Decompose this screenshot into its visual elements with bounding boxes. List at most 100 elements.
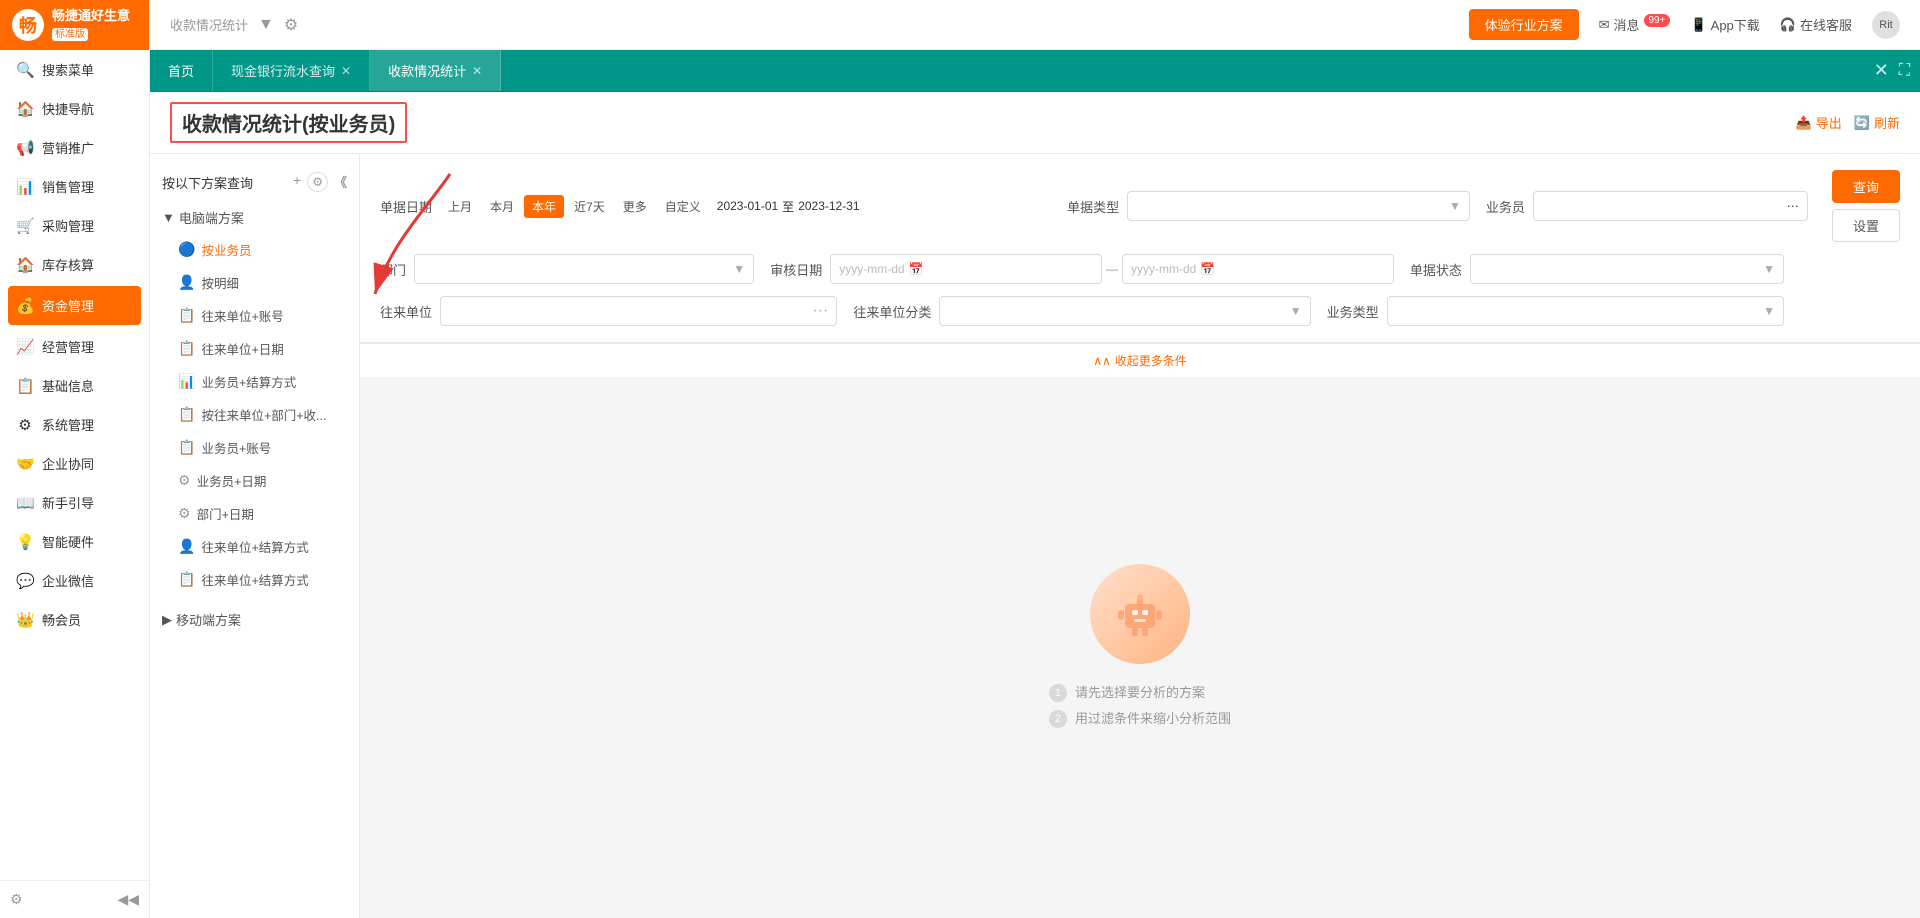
salesman-label: 业务员 — [1486, 197, 1525, 216]
sidebar-item-purchase[interactable]: 🛒 采购管理 — [0, 206, 149, 245]
app-download-action[interactable]: 📱 App下载 — [1690, 15, 1759, 34]
collapse-bar[interactable]: ∧∧ 收起更多条件 — [360, 343, 1920, 377]
tab-bank-label: 现金银行流水查询 — [231, 61, 335, 80]
tab-home-label: 首页 — [168, 61, 194, 80]
sidebar: 畅 畅捷通好生意 标准版 🔍 搜索菜单 🏠 快捷导航 📢 营销推广 📊 销售管理… — [0, 0, 150, 918]
category-mobile-arrow: ▶ — [162, 612, 172, 628]
settings-button[interactable]: 设置 — [1832, 209, 1900, 242]
form-row-2: 部门 ▼ 审核日期 yyyy-mm-dd 📅 — [380, 254, 1900, 284]
sidebar-item-hardware[interactable]: 💡 智能硬件 — [0, 522, 149, 561]
online-service-label: 在线客服 — [1800, 15, 1852, 34]
tabs-right-actions: ✕ ⛶ — [1874, 50, 1920, 91]
online-service-action[interactable]: 🎧 在线客服 — [1780, 15, 1852, 34]
date-tab-last-month[interactable]: 上月 — [440, 195, 480, 218]
date-tab-custom[interactable]: 自定义 — [657, 195, 709, 218]
empty-hints: 1 请先选择要分析的方案 2 用过滤条件来缩小分析范围 — [1049, 680, 1231, 732]
user-avatar[interactable]: Rit — [1872, 11, 1900, 39]
tab-collection-close[interactable]: ✕ — [472, 64, 482, 78]
sidebar-member-label: 畅会员 — [42, 610, 81, 629]
tabs-close-all-icon[interactable]: ✕ — [1874, 60, 1889, 81]
doc-type-select[interactable]: ▼ — [1127, 191, 1470, 221]
salesman-select[interactable]: ··· — [1533, 191, 1808, 221]
page-title: 收款情况统计(按业务员) — [170, 102, 407, 143]
sidebar-item-wechat[interactable]: 💬 企业微信 — [0, 561, 149, 600]
tab-home[interactable]: 首页 — [150, 50, 213, 91]
date-tab-more[interactable]: 更多 — [615, 195, 655, 218]
scheme-item-partner-dept[interactable]: 📋 按往来单位+部门+收... — [150, 398, 359, 431]
sidebar-item-marketing[interactable]: 📢 营销推广 — [0, 128, 149, 167]
review-date-to[interactable]: yyyy-mm-dd 📅 — [1122, 254, 1394, 284]
biz-type-label: 业务类型 — [1327, 302, 1379, 321]
sidebar-item-search[interactable]: 🔍 搜索菜单 — [0, 50, 149, 89]
sidebar-settings-btn[interactable]: ⚙ — [10, 891, 23, 908]
main-area: 收款情况统计 ▼ ⚙ 体验行业方案 ✉ 消息 99+ 📱 App下载 🎧 在线客… — [150, 0, 1920, 918]
sidebar-item-system[interactable]: ⚙ 系统管理 — [0, 405, 149, 444]
sidebar-item-guide[interactable]: 📖 新手引导 — [0, 483, 149, 522]
hint-text-2: 用过滤条件来缩小分析范围 — [1075, 706, 1231, 732]
partner-category-select[interactable]: ▼ — [939, 296, 1310, 326]
logo-icon: 畅 — [12, 9, 44, 41]
scheme-category-mobile[interactable]: ▶ 移动端方案 — [150, 604, 359, 635]
biz-type-select[interactable]: ▼ — [1387, 296, 1784, 326]
message-action[interactable]: ✉ 消息 99+ — [1599, 15, 1671, 34]
quick-icon: 🏠 — [16, 100, 34, 118]
scheme-header: 按以下方案查询 + ⚙ 《 — [150, 166, 359, 202]
query-button[interactable]: 查询 — [1832, 170, 1900, 203]
sidebar-sales-label: 销售管理 — [42, 177, 94, 196]
sidebar-item-basic[interactable]: 📋 基础信息 — [0, 366, 149, 405]
sidebar-item-corp[interactable]: 🤝 企业协同 — [0, 444, 149, 483]
scheme-item-partner-payment2[interactable]: 📋 往来单位+结算方式 — [150, 563, 359, 596]
tab-bank-close[interactable]: ✕ — [341, 64, 351, 78]
scheme-collapse-icon[interactable]: 《 — [334, 172, 347, 192]
partner-field: 往来单位 ··· — [380, 296, 837, 326]
sidebar-purchase-label: 采购管理 — [42, 216, 94, 235]
headset-icon: 🎧 — [1780, 17, 1796, 33]
scheme-add-icon[interactable]: + — [293, 172, 301, 192]
query-panel: 单据日期 上月 本月 本年 近7天 更多 自定义 2023-01-01 — [360, 154, 1920, 918]
sidebar-item-stock[interactable]: 🏠 库存核算 — [0, 245, 149, 284]
calendar2-icon: 📅 — [1200, 262, 1215, 276]
sidebar-item-finance[interactable]: 💰 资金管理 — [8, 286, 141, 325]
sidebar-item-operation[interactable]: 📈 经营管理 — [0, 327, 149, 366]
scheme-sd-icon: ⚙ — [178, 472, 191, 489]
tab-collection[interactable]: 收款情况统计 ✕ — [370, 50, 501, 91]
scheme-item-salesman-account[interactable]: 📋 业务员+账号 — [150, 431, 359, 464]
date-tab-this-month[interactable]: 本月 — [482, 195, 522, 218]
scheme-item-partner-payment1[interactable]: 👤 往来单位+结算方式 — [150, 530, 359, 563]
scheme-category-desktop[interactable]: ▼ 电脑端方案 — [150, 202, 359, 233]
scheme-item-by-salesman[interactable]: 🔵 按业务员 — [150, 233, 359, 266]
system-icon: ⚙ — [16, 416, 34, 434]
scheme-item-detail[interactable]: 👤 按明细 — [150, 266, 359, 299]
scheme-sp-label: 业务员+结算方式 — [201, 372, 296, 391]
category-mobile-label: 移动端方案 — [176, 610, 241, 629]
dept-select[interactable]: ▼ — [414, 254, 754, 284]
sidebar-nav: 🔍 搜索菜单 🏠 快捷导航 📢 营销推广 📊 销售管理 🛒 采购管理 🏠 库存核… — [0, 50, 149, 880]
scheme-item-dept-date[interactable]: ⚙ 部门+日期 — [150, 497, 359, 530]
doc-status-select[interactable]: ▼ — [1470, 254, 1784, 284]
tab-bank[interactable]: 现金银行流水查询 ✕ — [213, 50, 370, 91]
scheme-settings-icon[interactable]: ⚙ — [307, 172, 328, 192]
category-desktop-arrow: ▼ — [162, 210, 175, 225]
date-field: 单据日期 上月 本月 本年 近7天 更多 自定义 2023-01-01 — [380, 195, 1051, 218]
sidebar-item-quick[interactable]: 🏠 快捷导航 — [0, 89, 149, 128]
breadcrumb-dropdown-icon[interactable]: ▼ — [258, 16, 274, 34]
sidebar-basic-label: 基础信息 — [42, 376, 94, 395]
scheme-item-partner-date[interactable]: 📋 往来单位+日期 — [150, 332, 359, 365]
settings-icon[interactable]: ⚙ — [284, 15, 298, 35]
salesman-dots-icon: ··· — [1786, 199, 1799, 213]
date-tab-7days[interactable]: 近7天 — [566, 195, 613, 218]
review-date-from[interactable]: yyyy-mm-dd 📅 — [830, 254, 1102, 284]
sidebar-guide-label: 新手引导 — [42, 493, 94, 512]
trial-button[interactable]: 体验行业方案 — [1469, 9, 1579, 40]
tabs-maximize-icon[interactable]: ⛶ — [1899, 62, 1910, 80]
refresh-button[interactable]: 🔄 刷新 — [1854, 113, 1900, 132]
date-tab-this-year[interactable]: 本年 — [524, 195, 564, 218]
scheme-item-salesman-payment[interactable]: 📊 业务员+结算方式 — [150, 365, 359, 398]
sidebar-collapse-btn[interactable]: ◀◀ — [117, 891, 139, 908]
sidebar-item-member[interactable]: 👑 畅会员 — [0, 600, 149, 639]
export-button[interactable]: 📤 导出 — [1796, 113, 1842, 132]
scheme-item-partner-account[interactable]: 📋 往来单位+账号 — [150, 299, 359, 332]
partner-select[interactable]: ··· — [440, 296, 837, 326]
scheme-item-salesman-date[interactable]: ⚙ 业务员+日期 — [150, 464, 359, 497]
sidebar-item-sales[interactable]: 📊 销售管理 — [0, 167, 149, 206]
